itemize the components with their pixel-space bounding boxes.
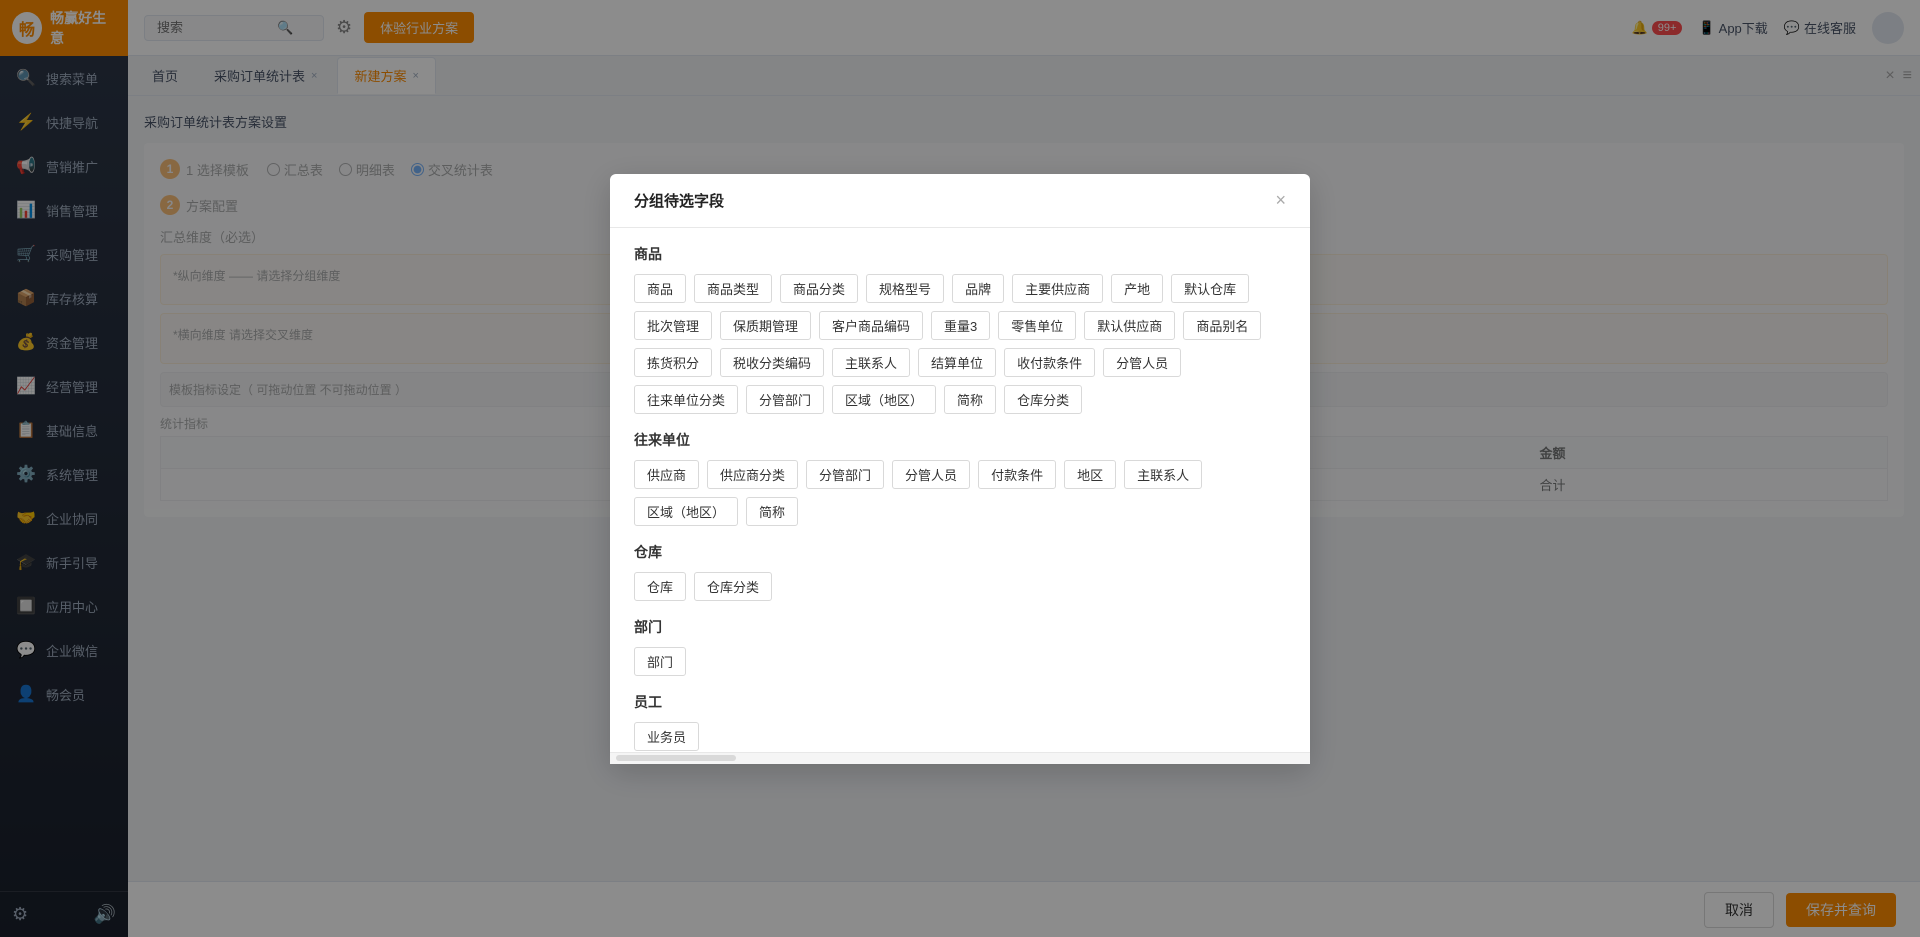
field-tag-counterpart-6[interactable]: 主联系人 (1124, 460, 1202, 489)
section-employee: 员工业务员 (634, 692, 1286, 751)
section-title-counterpart: 往来单位 (634, 430, 1286, 450)
field-tag-product-1[interactable]: 商品类型 (694, 274, 772, 303)
field-tag-counterpart-4[interactable]: 付款条件 (978, 460, 1056, 489)
field-tag-product-6[interactable]: 产地 (1111, 274, 1163, 303)
field-tag-warehouse-0[interactable]: 仓库 (634, 572, 686, 601)
field-tag-product-5[interactable]: 主要供应商 (1012, 274, 1103, 303)
modal-overlay: 分组待选字段 × 商品商品商品类型商品分类规格型号品牌主要供应商产地默认仓库批次… (0, 0, 1920, 937)
modal-header: 分组待选字段 × (610, 174, 1310, 228)
modal-close-button[interactable]: × (1275, 190, 1286, 211)
modal-horizontal-scrollbar[interactable] (610, 752, 1310, 764)
field-tag-counterpart-2[interactable]: 分管部门 (806, 460, 884, 489)
modal-dialog: 分组待选字段 × 商品商品商品类型商品分类规格型号品牌主要供应商产地默认仓库批次… (610, 174, 1310, 764)
field-tag-counterpart-3[interactable]: 分管人员 (892, 460, 970, 489)
field-tag-counterpart-5[interactable]: 地区 (1064, 460, 1116, 489)
field-tag-product-16[interactable]: 税收分类编码 (720, 348, 824, 377)
field-tag-product-25[interactable]: 仓库分类 (1004, 385, 1082, 414)
field-tag-employee-0[interactable]: 业务员 (634, 722, 699, 751)
field-tag-product-18[interactable]: 结算单位 (918, 348, 996, 377)
field-tag-product-11[interactable]: 重量3 (931, 311, 990, 340)
field-tag-product-22[interactable]: 分管部门 (746, 385, 824, 414)
field-tag-product-23[interactable]: 区域（地区） (832, 385, 936, 414)
field-tag-warehouse-1[interactable]: 仓库分类 (694, 572, 772, 601)
field-tags-warehouse: 仓库仓库分类 (634, 572, 1286, 601)
field-tags-employee: 业务员 (634, 722, 1286, 751)
section-title-employee: 员工 (634, 692, 1286, 712)
field-tags-product: 商品商品类型商品分类规格型号品牌主要供应商产地默认仓库批次管理保质期管理客户商品… (634, 274, 1286, 414)
section-warehouse: 仓库仓库仓库分类 (634, 542, 1286, 601)
field-tag-counterpart-8[interactable]: 简称 (746, 497, 798, 526)
field-tag-product-8[interactable]: 批次管理 (634, 311, 712, 340)
section-department: 部门部门 (634, 617, 1286, 676)
section-title-warehouse: 仓库 (634, 542, 1286, 562)
field-tag-product-15[interactable]: 拣货积分 (634, 348, 712, 377)
field-tag-counterpart-7[interactable]: 区域（地区） (634, 497, 738, 526)
section-title-product: 商品 (634, 244, 1286, 264)
field-tag-product-10[interactable]: 客户商品编码 (819, 311, 923, 340)
field-tags-counterpart: 供应商供应商分类分管部门分管人员付款条件地区主联系人区域（地区） 简称 (634, 460, 1286, 526)
section-title-department: 部门 (634, 617, 1286, 637)
field-tag-product-24[interactable]: 简称 (944, 385, 996, 414)
field-tag-counterpart-1[interactable]: 供应商分类 (707, 460, 798, 489)
field-tag-product-4[interactable]: 品牌 (952, 274, 1004, 303)
field-tag-product-19[interactable]: 收付款条件 (1004, 348, 1095, 377)
field-tag-product-21[interactable]: 往来单位分类 (634, 385, 738, 414)
field-tag-product-2[interactable]: 商品分类 (780, 274, 858, 303)
field-tag-counterpart-0[interactable]: 供应商 (634, 460, 699, 489)
section-product: 商品商品商品类型商品分类规格型号品牌主要供应商产地默认仓库批次管理保质期管理客户… (634, 244, 1286, 414)
field-tag-product-13[interactable]: 默认供应商 (1084, 311, 1175, 340)
field-tag-product-3[interactable]: 规格型号 (866, 274, 944, 303)
scrollbar-thumb (616, 755, 736, 761)
field-tag-product-17[interactable]: 主联系人 (832, 348, 910, 377)
field-tag-department-0[interactable]: 部门 (634, 647, 686, 676)
field-tag-product-20[interactable]: 分管人员 (1103, 348, 1181, 377)
field-tag-product-7[interactable]: 默认仓库 (1171, 274, 1249, 303)
field-tag-product-12[interactable]: 零售单位 (998, 311, 1076, 340)
field-tag-product-14[interactable]: 商品别名 (1183, 311, 1261, 340)
field-tag-product-0[interactable]: 商品 (634, 274, 686, 303)
field-tags-department: 部门 (634, 647, 1286, 676)
modal-title: 分组待选字段 (634, 190, 724, 211)
section-counterpart: 往来单位供应商供应商分类分管部门分管人员付款条件地区主联系人区域（地区） 简称 (634, 430, 1286, 526)
field-tag-product-9[interactable]: 保质期管理 (720, 311, 811, 340)
modal-body[interactable]: 商品商品商品类型商品分类规格型号品牌主要供应商产地默认仓库批次管理保质期管理客户… (610, 228, 1310, 752)
